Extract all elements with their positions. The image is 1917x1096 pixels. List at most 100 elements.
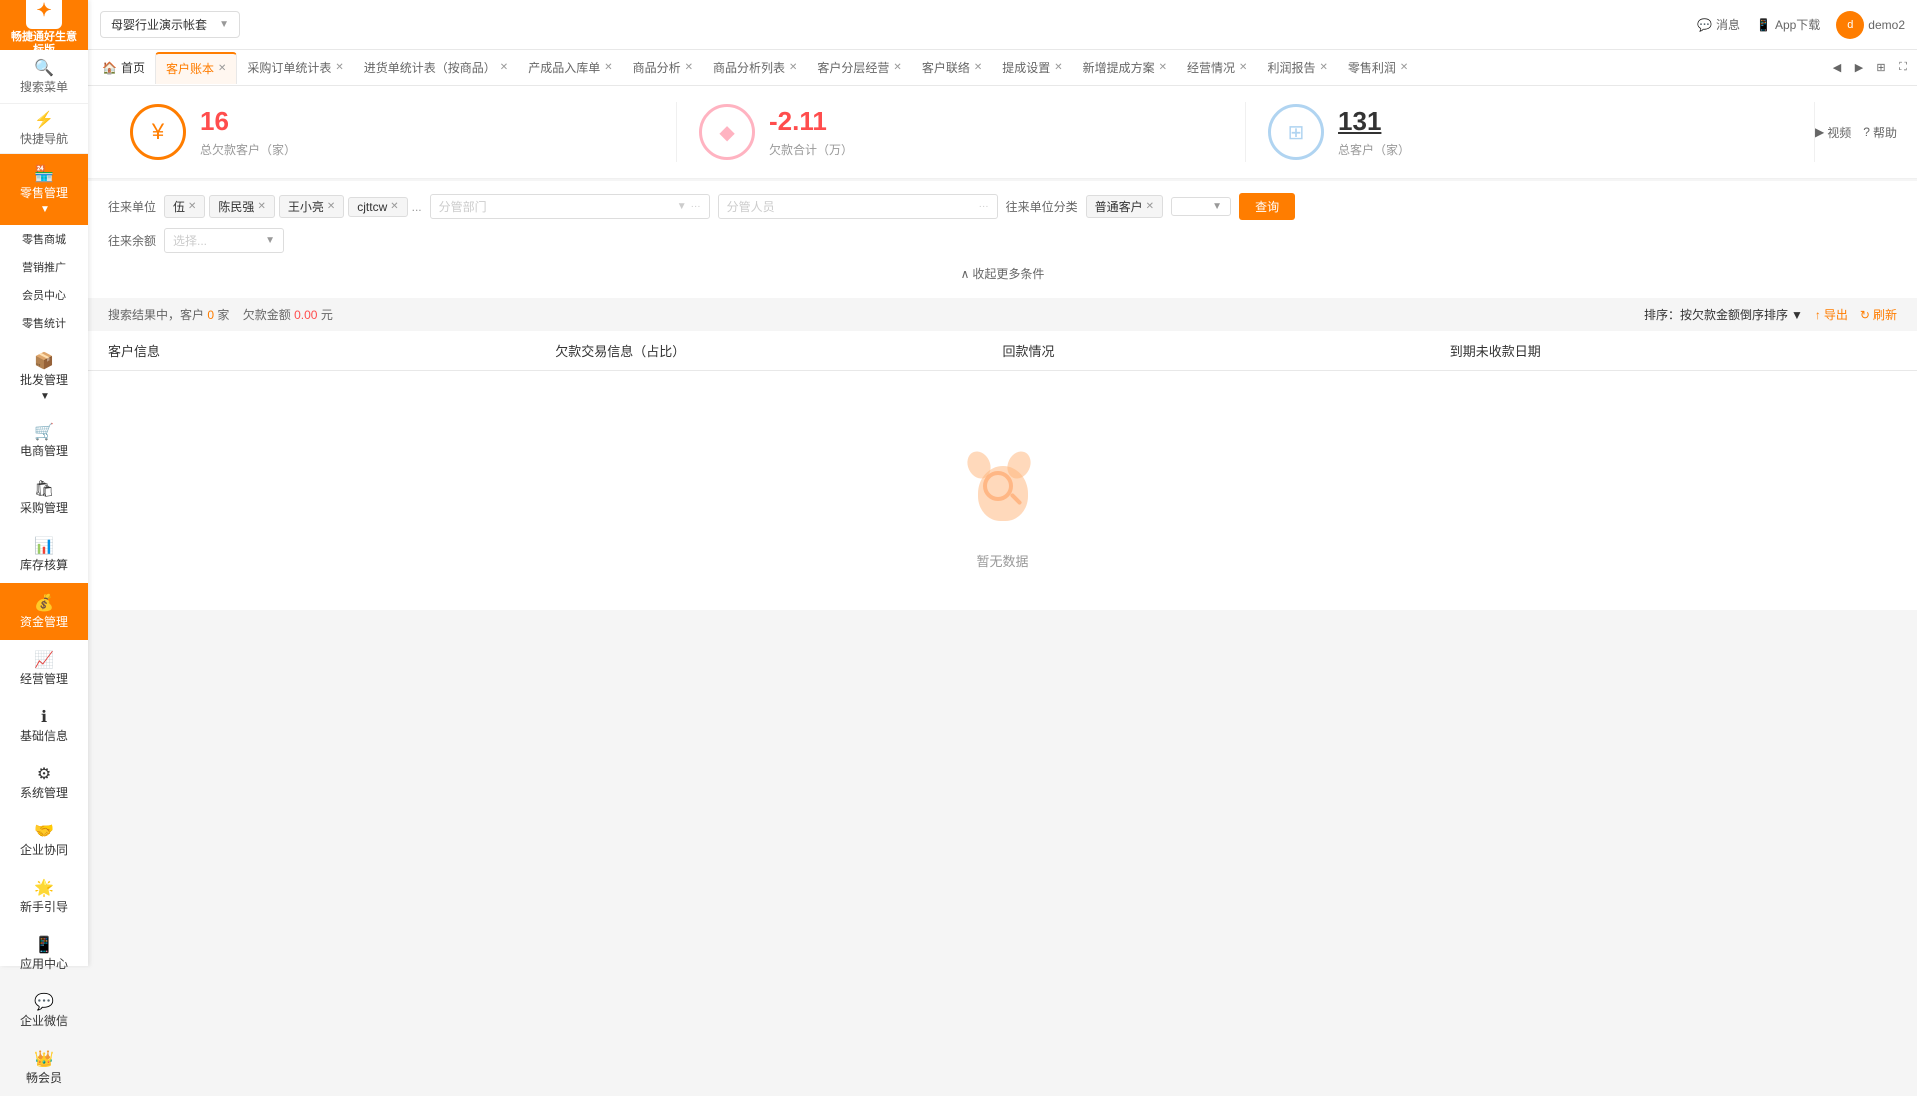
close-tab-btn[interactable]: ✕ <box>893 62 901 73</box>
sidebar-item-system[interactable]: ⚙ 系统管理 <box>0 754 88 811</box>
tab-purchase-order[interactable]: 采购订单统计表 ✕ <box>237 52 353 84</box>
sidebar-item-vip[interactable]: 👑 畅会员 <box>0 1039 88 1096</box>
messages-btn[interactable]: 💬 消息 <box>1697 16 1740 33</box>
sidebar-item-quicknav[interactable]: ⚡ 快捷导航 <box>0 104 88 154</box>
tab-product-analysis[interactable]: 商品分析 ✕ <box>623 52 703 84</box>
dept-filter-input[interactable]: 分管部门 ▼ ··· <box>430 194 710 219</box>
tab-customer-ledger[interactable]: 客户账本 ✕ <box>155 52 237 84</box>
unit-class-select[interactable]: ▼ <box>1171 197 1231 216</box>
sidebar-item-newguide[interactable]: 🌟 新手引导 <box>0 868 88 925</box>
tabs-bar: 🏠 首页 客户账本 ✕ 采购订单统计表 ✕ 进货单统计表（按商品） ✕ 产成品入… <box>88 50 1917 86</box>
collapse-filters-btn[interactable]: ∧ 收起更多条件 <box>108 261 1897 286</box>
delete-tag-wu[interactable]: ✕ <box>188 201 196 212</box>
stat-label-3: 总客户（家） <box>1338 141 1410 158</box>
close-tab-btn[interactable]: ✕ <box>1239 62 1247 73</box>
tab-expand-btn[interactable]: ⊞ <box>1871 58 1891 78</box>
sidebar-item-wholesale[interactable]: 📦 批发管理 ▼ <box>0 341 88 412</box>
balance-filter-select[interactable]: 选择... ▼ <box>164 228 284 253</box>
col-customer-info: 客户信息 <box>108 341 555 360</box>
filter-tag-wang: 王小亮 ✕ <box>279 195 344 218</box>
logo-text-line1: 畅捷通好生意 <box>11 31 77 44</box>
person-filter-input[interactable]: 分管人员 ··· <box>718 194 998 219</box>
sidebar-item-search[interactable]: 🔍 搜索菜单 <box>0 50 88 104</box>
person-placeholder: 分管人员 <box>727 198 775 215</box>
sort-selector[interactable]: 排序：按欠款金额倒序排序 ▼ <box>1644 306 1803 323</box>
close-tab-btn[interactable]: ✕ <box>685 62 693 73</box>
tab-fullscreen-btn[interactable]: ⛶ <box>1893 58 1913 78</box>
sidebar-item-operations[interactable]: 📈 经营管理 <box>0 640 88 697</box>
close-tab-btn[interactable]: ✕ <box>335 62 343 73</box>
filter-tag-wu: 伍 ✕ <box>164 195 205 218</box>
tab-new-commission[interactable]: 新增提成方案 ✕ <box>1073 52 1177 84</box>
empty-text: 暂无数据 <box>976 551 1028 570</box>
query-button[interactable]: 查询 <box>1239 193 1295 220</box>
tab-customer-tier[interactable]: 客户分层经营 ✕ <box>807 52 911 84</box>
filter-more-tags[interactable]: ... <box>412 200 422 214</box>
user-avatar-area[interactable]: d demo2 <box>1836 11 1905 39</box>
tab-retail-profit[interactable]: 零售利润 ✕ <box>1338 52 1418 84</box>
tab-business-status[interactable]: 经营情况 ✕ <box>1177 52 1257 84</box>
tab-inbound-stat[interactable]: 进货单统计表（按商品） ✕ <box>354 52 518 84</box>
close-tab-btn[interactable]: ✕ <box>500 62 508 73</box>
export-btn[interactable]: ↑ 导出 <box>1815 306 1848 323</box>
col-overdue-date: 到期未收款日期 <box>1450 341 1897 360</box>
stat-value-3: 131 <box>1338 106 1410 137</box>
main-area: 母婴行业演示帐套 ▼ 💬 消息 📱 App下载 d demo2 🏠 首页 客户账… <box>88 0 1917 966</box>
sidebar-item-marketing[interactable]: 营销推广 <box>0 253 88 281</box>
delete-tag-wang[interactable]: ✕ <box>327 201 335 212</box>
sort-arrow-icon: ▼ <box>1791 308 1803 322</box>
filter-area: 往来单位 伍 ✕ 陈民强 ✕ 王小亮 ✕ cjttcw <box>88 181 1917 298</box>
close-tab-btn[interactable]: ✕ <box>1054 62 1062 73</box>
close-tab-btn[interactable]: ✕ <box>789 62 797 73</box>
video-btn[interactable]: ▶ 视频 <box>1815 124 1851 141</box>
help-btn[interactable]: ? 帮助 <box>1863 124 1897 141</box>
stat-delinquent-customers: ¥ 16 总欠款客户（家） <box>108 102 677 162</box>
tab-home[interactable]: 🏠 首页 <box>92 52 155 84</box>
sidebar-item-ecommerce[interactable]: 🛒 电商管理 <box>0 412 88 469</box>
sidebar-item-member[interactable]: 会员中心 <box>0 281 88 309</box>
sidebar-item-retailmall[interactable]: 零售商城 <box>0 225 88 253</box>
sidebar-item-basicinfo[interactable]: ℹ 基础信息 <box>0 697 88 754</box>
sidebar-item-finance[interactable]: 💰 资金管理 <box>0 583 88 640</box>
close-tab-btn[interactable]: ✕ <box>1159 62 1167 73</box>
sidebar-item-purchase[interactable]: 🛍 采购管理 <box>0 469 88 526</box>
sidebar-item-retail[interactable]: 🏪 零售管理 ▼ <box>0 154 88 225</box>
close-tab-btn[interactable]: ✕ <box>1319 62 1327 73</box>
refresh-icon: ↻ <box>1860 308 1870 322</box>
tab-customer-contact[interactable]: 客户联络 ✕ <box>912 52 992 84</box>
chevron-down-icon: ▼ <box>265 235 275 246</box>
tab-profit-report[interactable]: 利润报告 ✕ <box>1257 52 1337 84</box>
delete-tag-normal[interactable]: ✕ <box>1146 201 1154 212</box>
col-repayment: 回款情况 <box>1003 341 1450 360</box>
close-tab-btn[interactable]: ✕ <box>974 62 982 73</box>
sort-label: 排序：按欠款金额倒序排序 <box>1644 306 1788 323</box>
delete-tag-cjttcw[interactable]: ✕ <box>390 201 398 212</box>
tab-commission-setting[interactable]: 提成设置 ✕ <box>992 52 1072 84</box>
delete-tag-chen[interactable]: ✕ <box>257 201 265 212</box>
store-name: 母婴行业演示帐套 <box>111 16 207 33</box>
tab-product-analysis-list[interactable]: 商品分析列表 ✕ <box>703 52 807 84</box>
close-tab-btn[interactable]: ✕ <box>218 63 226 74</box>
tab-prev-btn[interactable]: ◀ <box>1827 58 1847 78</box>
sidebar-item-inventory[interactable]: 📊 库存核算 <box>0 526 88 583</box>
close-tab-btn[interactable]: ✕ <box>1400 62 1408 73</box>
sidebar-item-retailstat[interactable]: 零售统计 <box>0 309 88 337</box>
stat-value-2: -2.11 <box>769 106 853 137</box>
filter-tags-unit-class: 普通客户 ✕ <box>1086 195 1163 218</box>
topbar: 母婴行业演示帐套 ▼ 💬 消息 📱 App下载 d demo2 <box>88 0 1917 50</box>
sidebar-item-wxwork[interactable]: 💬 企业微信 <box>0 982 88 1039</box>
tab-production-inbound[interactable]: 产成品入库单 ✕ <box>518 52 622 84</box>
unit-class-label: 往来单位分类 <box>1006 198 1078 215</box>
topbar-right: 💬 消息 📱 App下载 d demo2 <box>1697 11 1905 39</box>
sidebar-item-appcenter[interactable]: 📱 应用中心 <box>0 925 88 982</box>
close-tab-btn[interactable]: ✕ <box>604 62 612 73</box>
sidebar-item-enterprise[interactable]: 🤝 企业协同 <box>0 811 88 868</box>
video-icon: ▶ <box>1815 125 1824 139</box>
tabs-arrows: ◀ ▶ ⊞ ⛶ <box>1827 58 1913 78</box>
tab-next-btn[interactable]: ▶ <box>1849 58 1869 78</box>
unit-filter-label: 往来单位 <box>108 198 156 215</box>
refresh-btn[interactable]: ↻ 刷新 <box>1860 306 1897 323</box>
app-download-btn[interactable]: 📱 App下载 <box>1756 16 1820 33</box>
empty-illustration <box>953 451 1053 541</box>
store-selector[interactable]: 母婴行业演示帐套 ▼ <box>100 11 240 38</box>
